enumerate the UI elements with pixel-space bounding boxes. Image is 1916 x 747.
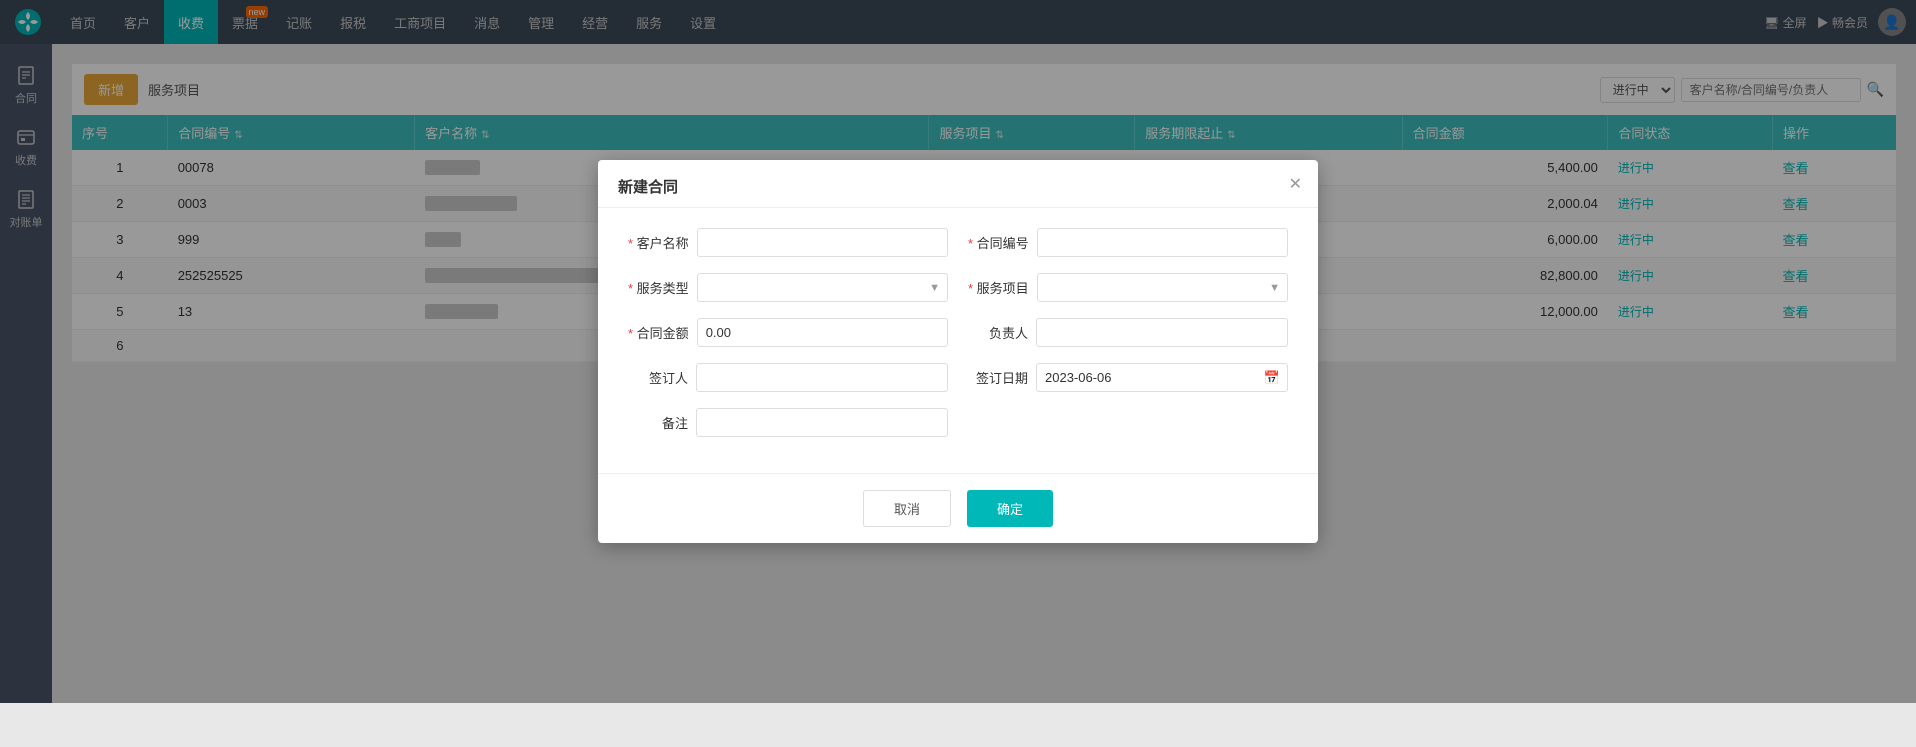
modal-footer: 取消 确定 — [598, 473, 1318, 543]
sign-date-label: 签订日期 — [968, 368, 1028, 387]
form-group-service-type: 服务类型 ▼ — [628, 273, 948, 302]
form-group-sign-date: 签订日期 📅 — [968, 363, 1288, 392]
form-row-4: 签订人 签订日期 📅 — [628, 363, 1288, 392]
form-row-5: 备注 — [628, 408, 1288, 437]
service-type-select[interactable] — [697, 273, 948, 302]
form-group-amount: 合同金额 — [628, 318, 948, 347]
cancel-button[interactable]: 取消 — [863, 490, 951, 527]
responsible-input[interactable] — [1036, 318, 1288, 347]
client-name-label: 客户名称 — [628, 233, 689, 252]
modal-title: 新建合同 — [618, 179, 678, 196]
form-group-contract-no: 合同编号 — [968, 228, 1288, 257]
service-type-label: 服务类型 — [628, 278, 689, 297]
service-item-select[interactable] — [1037, 273, 1288, 302]
signer-input[interactable] — [696, 363, 948, 392]
modal-overlay[interactable]: 新建合同 ✕ 客户名称 合同编号 服务类型 — [0, 0, 1916, 703]
amount-label: 合同金额 — [628, 323, 689, 342]
form-group-signer: 签订人 — [628, 363, 948, 392]
new-contract-modal: 新建合同 ✕ 客户名称 合同编号 服务类型 — [598, 160, 1318, 543]
form-group-client: 客户名称 — [628, 228, 948, 257]
signer-label: 签订人 — [628, 368, 688, 387]
confirm-button[interactable]: 确定 — [967, 490, 1053, 527]
calendar-icon[interactable]: 📅 — [1264, 370, 1280, 386]
modal-close-button[interactable]: ✕ — [1289, 174, 1302, 194]
form-row-3: 合同金额 负责人 — [628, 318, 1288, 347]
form-group-responsible: 负责人 — [968, 318, 1288, 347]
remark-label: 备注 — [628, 413, 688, 432]
form-group-service-item: 服务项目 ▼ — [968, 273, 1288, 302]
service-type-wrapper: ▼ — [697, 273, 948, 302]
contract-no-label: 合同编号 — [968, 233, 1029, 252]
sign-date-wrapper: 📅 — [1036, 363, 1288, 392]
client-name-input[interactable] — [697, 228, 948, 257]
form-row-2: 服务类型 ▼ 服务项目 ▼ — [628, 273, 1288, 302]
modal-header: 新建合同 ✕ — [598, 160, 1318, 208]
service-item-label: 服务项目 — [968, 278, 1029, 297]
form-group-remark: 备注 — [628, 408, 948, 437]
sign-date-input[interactable] — [1036, 363, 1288, 392]
amount-input[interactable] — [697, 318, 948, 347]
responsible-label: 负责人 — [968, 323, 1028, 342]
contract-no-input[interactable] — [1037, 228, 1288, 257]
modal-body: 客户名称 合同编号 服务类型 ▼ — [598, 208, 1318, 473]
form-row-1: 客户名称 合同编号 — [628, 228, 1288, 257]
service-item-wrapper: ▼ — [1037, 273, 1288, 302]
remark-input[interactable] — [696, 408, 948, 437]
